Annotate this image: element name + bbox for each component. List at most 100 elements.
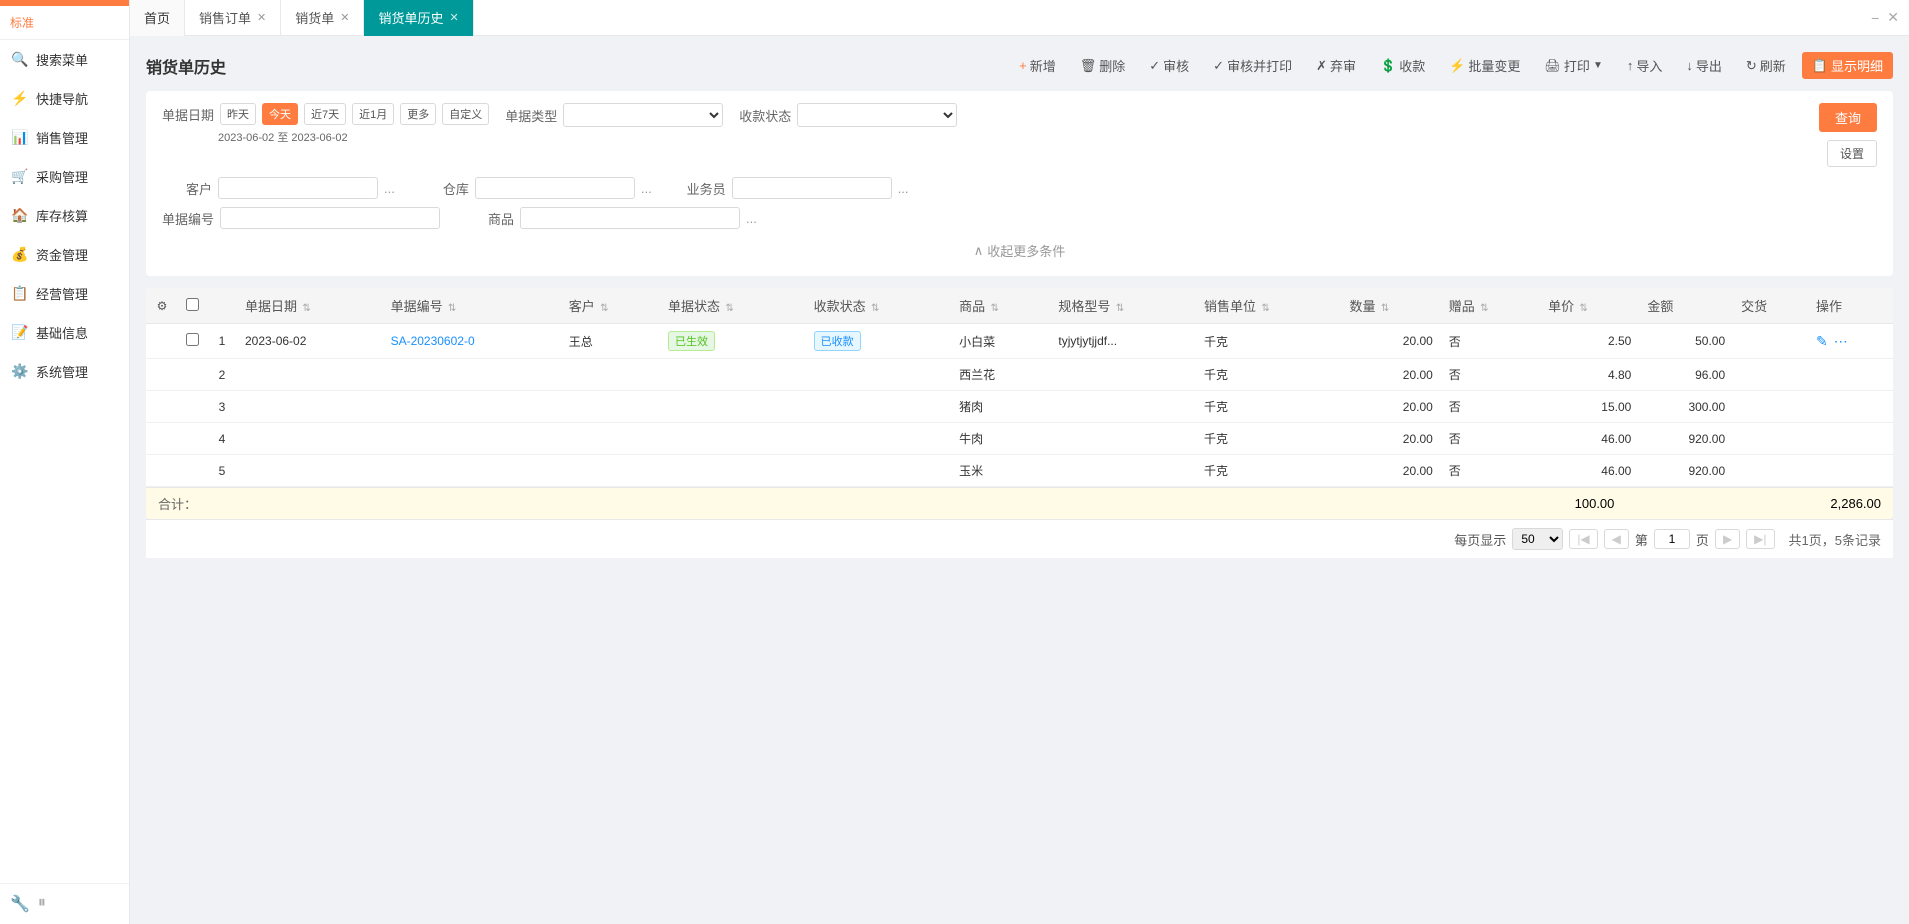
col-date[interactable]: 单据日期 ⇅ (237, 288, 383, 324)
collapse-button[interactable]: ∧ 收起更多条件 (970, 237, 1070, 264)
col-goods[interactable]: 商品 ⇅ (951, 288, 1050, 324)
collect-button[interactable]: 💲 收款 (1372, 52, 1433, 79)
date-btn-today[interactable]: 今天 (262, 103, 298, 125)
batch-change-button[interactable]: ⚡ 批量变更 (1441, 52, 1528, 79)
query-button[interactable]: 查询 (1819, 103, 1877, 132)
page-prev-button[interactable]: ◀ (1604, 529, 1629, 549)
cell-customer (561, 359, 660, 391)
select-all-checkbox[interactable] (186, 298, 199, 311)
tab-sales-goods-close[interactable]: ✕ (340, 11, 349, 24)
col-unit[interactable]: 销售单位 ⇅ (1196, 288, 1342, 324)
type-select[interactable] (563, 103, 723, 127)
export-icon: ↓ (1686, 58, 1693, 73)
tab-sales-order-close[interactable]: ✕ (257, 11, 266, 24)
cell-spec: tyjytjytjjdf... (1050, 324, 1196, 359)
show-detail-button[interactable]: 📋 显示明细 (1802, 52, 1893, 79)
sidebar-collapse-icon[interactable]: ⏸ (38, 894, 46, 914)
order-num-input[interactable] (220, 207, 440, 229)
inventory-icon: 🏠 (12, 208, 28, 224)
cell-customer (561, 391, 660, 423)
date-btn-yesterday[interactable]: 昨天 (220, 103, 256, 125)
customer-label: 客户 (162, 179, 212, 198)
sidebar-item-inventory[interactable]: 🏠 库存核算 (0, 196, 129, 235)
cell-row-num: 3 (207, 391, 237, 423)
sidebar-item-quick-nav[interactable]: ⚡ 快捷导航 (0, 79, 129, 118)
cell-collect-status (806, 391, 952, 423)
tab-sales-history[interactable]: 销货单历史 ✕ (364, 0, 473, 36)
salesperson-input[interactable] (732, 177, 892, 199)
date-btn-1month[interactable]: 近1月 (352, 103, 394, 125)
more-icon[interactable]: ⋯ (1834, 333, 1848, 350)
export-button[interactable]: ↓ 导出 (1678, 52, 1730, 79)
col-spec[interactable]: 规格型号 ⇅ (1050, 288, 1196, 324)
edit-icon[interactable]: ✎ (1816, 333, 1828, 350)
col-spec-sort-icon: ⇅ (1116, 303, 1124, 314)
goods-input[interactable] (520, 207, 740, 229)
page-last-button[interactable]: ▶| (1746, 529, 1774, 549)
customer-input[interactable] (218, 177, 378, 199)
col-gift[interactable]: 赠品 ⇅ (1441, 288, 1540, 324)
collect-status-select[interactable] (797, 103, 957, 127)
abandon-button[interactable]: ✗ 弃审 (1308, 52, 1364, 79)
col-unit-sort-icon: ⇅ (1261, 303, 1269, 314)
page-first-button[interactable]: |◀ (1569, 529, 1597, 549)
warehouse-dots[interactable]: ... (641, 181, 652, 196)
sidebar-item-sys-mgmt[interactable]: ⚙️ 系统管理 (0, 352, 129, 391)
set-button[interactable]: 设置 (1827, 140, 1877, 167)
date-btn-custom[interactable]: 自定义 (442, 103, 489, 125)
row-checkbox[interactable] (186, 333, 199, 346)
tab-sales-goods[interactable]: 销货单 ✕ (281, 0, 364, 36)
customer-dots[interactable]: ... (384, 181, 395, 196)
refresh-button[interactable]: ↻ 刷新 (1738, 52, 1794, 79)
sidebar-item-label: 经营管理 (36, 284, 88, 303)
warehouse-input[interactable] (475, 177, 635, 199)
col-gift-label: 赠品 (1449, 299, 1475, 314)
page-input[interactable] (1654, 529, 1690, 549)
page-next-button[interactable]: ▶ (1715, 529, 1740, 549)
tab-bar-close-icon[interactable]: ✕ (1887, 9, 1899, 26)
sidebar-settings-icon[interactable]: 🔧 (10, 894, 30, 914)
sidebar-item-finance-mgmt[interactable]: 💰 资金管理 (0, 235, 129, 274)
audit-button[interactable]: ✓ 审核 (1141, 52, 1197, 79)
add-button[interactable]: + 新增 (1011, 52, 1064, 79)
col-order-status[interactable]: 单据状态 ⇅ (660, 288, 806, 324)
cell-spec (1050, 359, 1196, 391)
col-qty[interactable]: 数量 ⇅ (1342, 288, 1441, 324)
audit-print-button[interactable]: ✓ 审核并打印 (1205, 52, 1300, 79)
import-button[interactable]: ↑ 导入 (1619, 52, 1671, 79)
col-gear[interactable]: ⚙ (146, 288, 178, 324)
sidebar-item-purchase-mgmt[interactable]: 🛒 采购管理 (0, 157, 129, 196)
tab-home[interactable]: 首页 (130, 0, 185, 36)
sidebar-item-search-menu[interactable]: 🔍 搜索菜单 (0, 40, 129, 79)
collect-label: 收款 (1399, 56, 1425, 75)
tab-sales-history-close[interactable]: ✕ (450, 11, 459, 24)
sidebar-item-label: 快捷导航 (36, 89, 88, 108)
sidebar-item-sales-mgmt[interactable]: 📊 销售管理 (0, 118, 129, 157)
tab-sales-order[interactable]: 销售订单 ✕ (185, 0, 281, 36)
tab-bar-minus-icon[interactable]: − (1871, 10, 1879, 26)
table-row: 3 猪肉 千克 20.00 否 15.00 300.00 (146, 391, 1893, 423)
page-size-select[interactable]: 50 10 20 100 (1512, 528, 1563, 550)
filter-row-2: 客户 ... 仓库 ... 业务员 ... (162, 177, 1877, 199)
goods-dots[interactable]: ... (746, 211, 757, 226)
col-customer[interactable]: 客户 ⇅ (561, 288, 660, 324)
footer-total-qty: 100.00 (1575, 496, 1615, 511)
sidebar-item-basic-info[interactable]: 📝 基础信息 (0, 313, 129, 352)
sidebar-item-label: 销售管理 (36, 128, 88, 147)
finance-mgmt-icon: 💰 (12, 247, 28, 263)
delete-button[interactable]: 🗑 删除 (1072, 52, 1134, 79)
sidebar-item-label: 资金管理 (36, 245, 88, 264)
search-menu-icon: 🔍 (12, 52, 28, 68)
cell-check (178, 391, 207, 423)
col-order-no[interactable]: 单据编号 ⇅ (383, 288, 561, 324)
cell-unit-price: 46.00 (1540, 423, 1639, 455)
print-button[interactable]: 🖨 打印 ▼ (1536, 52, 1610, 79)
date-btn-more[interactable]: 更多 (400, 103, 436, 125)
salesperson-dots[interactable]: ... (898, 181, 909, 196)
col-unit-price[interactable]: 单价 ⇅ (1540, 288, 1639, 324)
page-content: 销货单历史 + 新增 🗑 删除 ✓ 审核 ✓ 审核并打印 (130, 36, 1909, 924)
sidebar-item-ops-mgmt[interactable]: 📋 经营管理 (0, 274, 129, 313)
pagination: 每页显示 50 10 20 100 |◀ ◀ 第 页 ▶ ▶| 共1页，5条记录 (146, 519, 1893, 558)
col-collect-status[interactable]: 收款状态 ⇅ (806, 288, 952, 324)
date-btn-7days[interactable]: 近7天 (304, 103, 346, 125)
